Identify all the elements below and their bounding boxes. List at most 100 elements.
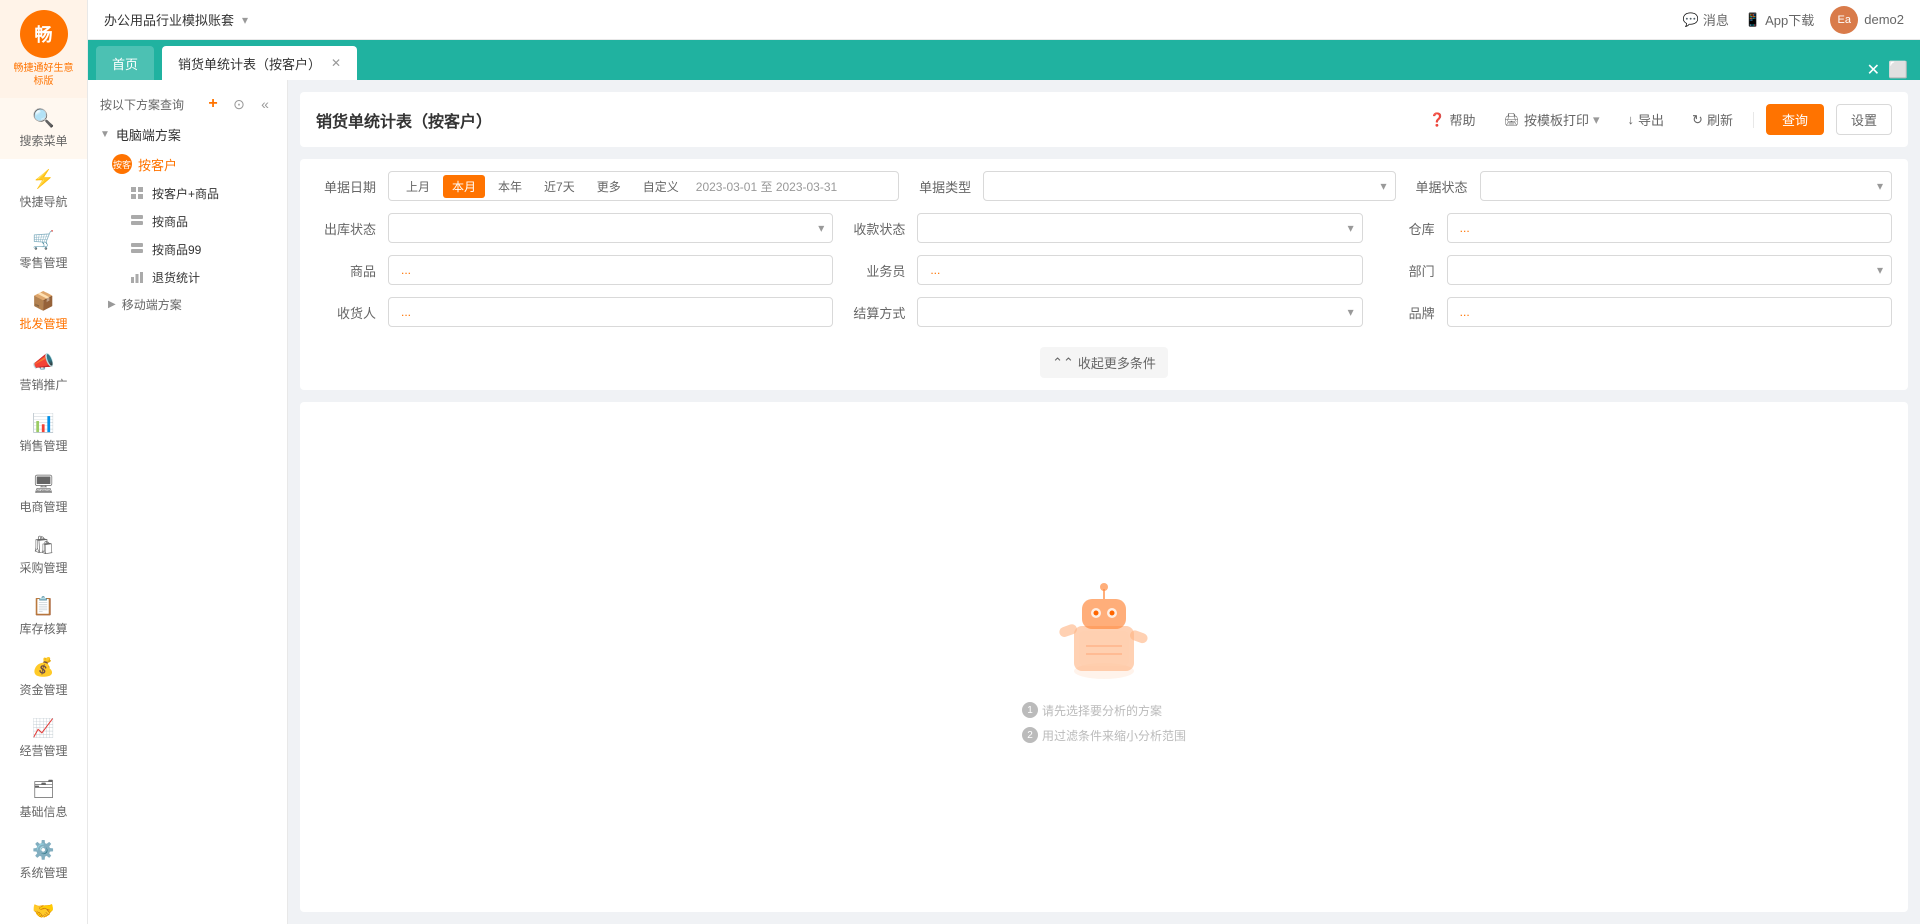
customer-icon: 按客 [112, 154, 132, 174]
app-download-btn[interactable]: 📱 App下载 [1745, 10, 1814, 29]
sidebar-item-corp[interactable]: 🤝 企业协同 [0, 891, 87, 924]
print-btn[interactable]: 🖨 按模板打印 ▾ [1495, 106, 1607, 133]
sidebar-item-purchase[interactable]: 🛍 采购管理 [0, 525, 87, 586]
tree-item-by-customer[interactable]: 按客 按客户 [88, 149, 287, 179]
type-filter[interactable]: ▾ [983, 171, 1395, 201]
brand-more[interactable]: ... [1456, 305, 1474, 319]
out-label: 出库状态 [316, 219, 376, 238]
message-icon: 💬 [1683, 12, 1699, 28]
help-btn[interactable]: ❓ 帮助 [1421, 106, 1483, 133]
payment-dropdown-icon: ▾ [1348, 305, 1354, 319]
right-panel: 销货单统计表（按客户） ❓ 帮助 🖨 按模板打印 ▾ ↓ 导出 [288, 80, 1920, 924]
date-label: 单据日期 [316, 177, 376, 196]
warehouse-filter[interactable]: ... [1447, 213, 1892, 243]
date-btn-more[interactable]: 更多 [588, 175, 630, 198]
collapse-row: ⌃⌃ 收起更多条件 [316, 339, 1892, 378]
dept-filter[interactable]: ▾ [1447, 255, 1892, 285]
collapse-label: 收起更多条件 [1078, 353, 1156, 372]
add-plan-icon[interactable]: + [203, 94, 223, 114]
base-icon: 🗂 [32, 779, 55, 800]
sidebar-item-label: 系统管理 [19, 864, 67, 881]
close-tab-icon[interactable]: ✕ [331, 56, 341, 70]
collapse-panel-icon[interactable]: « [255, 94, 275, 114]
brand-filter[interactable]: ... [1447, 297, 1892, 327]
sidebar-item-retail[interactable]: 🛒 零售管理 [0, 220, 87, 281]
collapse-btn[interactable]: ⌃⌃ 收起更多条件 [1040, 347, 1168, 378]
receiver-filter[interactable]: ... [388, 297, 833, 327]
filter-row-2: 出库状态 ▾ 收款状态 ▾ 仓库 ... [316, 213, 1892, 243]
topbar-title: 办公用品行业模拟账套 [104, 10, 234, 29]
tabbar: 首页 销货单统计表（按客户） ✕ ✕ ⬜ [88, 40, 1920, 80]
panel-header-title: 按以下方案查询 [100, 96, 184, 113]
sidebar-item-ops[interactable]: 📈 经营管理 [0, 708, 87, 769]
sidebar-item-quick[interactable]: ⚡ 快捷导航 [0, 159, 87, 220]
sales-icon: 📊 [32, 413, 54, 434]
topbar-left: 办公用品行业模拟账套 ▾ [104, 10, 248, 29]
sidebar-item-wholesale[interactable]: 📦 批发管理 [0, 281, 87, 342]
filter-row-1: 单据日期 上月 本月 本年 近7天 更多 自定义 2023-03-01 至 20… [316, 171, 1892, 201]
user-menu[interactable]: Ea demo2 [1830, 6, 1904, 34]
date-btn-custom[interactable]: 自定义 [634, 175, 688, 198]
sidebar: 畅 畅捷通好生意 标版 🔍 搜索菜单 ⚡ 快捷导航 🛒 零售管理 📦 批发管理 … [0, 0, 88, 924]
date-btn-7days[interactable]: 近7天 [535, 175, 584, 198]
sidebar-item-label: 搜索菜单 [19, 132, 67, 149]
sidebar-item-sales[interactable]: 📊 销售管理 [0, 403, 87, 464]
date-filter[interactable]: 上月 本月 本年 近7天 更多 自定义 2023-03-01 至 2023-03… [388, 171, 899, 201]
section-label: 移动端方案 [122, 296, 182, 313]
out-filter[interactable]: ▾ [388, 213, 833, 243]
status-label: 单据状态 [1408, 177, 1468, 196]
date-btn-this-year[interactable]: 本年 [489, 175, 531, 198]
brand-label: 品牌 [1375, 303, 1435, 322]
settings-plan-icon[interactable]: ⊙ [229, 94, 249, 114]
payment-filter[interactable]: ▾ [917, 297, 1362, 327]
refresh-btn[interactable]: ↻ 刷新 [1684, 106, 1741, 133]
settings-btn[interactable]: 设置 [1836, 104, 1892, 135]
goods-filter[interactable]: ... [388, 255, 833, 285]
date-btn-last-month[interactable]: 上月 [397, 175, 439, 198]
export-btn[interactable]: ↓ 导出 [1620, 106, 1673, 133]
message-label: 消息 [1703, 10, 1729, 29]
tree-item-return-stats[interactable]: 退货统计 [88, 263, 287, 291]
expand-icon: ▶ [108, 299, 116, 310]
filter-row-4: 收货人 ... 结算方式 ▾ 品牌 ... [316, 297, 1892, 327]
empty-hint-1: 1 请先选择要分析的方案 [1022, 702, 1162, 719]
page-actions: ❓ 帮助 🖨 按模板打印 ▾ ↓ 导出 ↻ 刷新 [1421, 104, 1892, 135]
sidebar-item-ecom[interactable]: 🖥 电商管理 [0, 464, 87, 525]
sidebar-item-system[interactable]: ⚙️ 系统管理 [0, 830, 87, 891]
sidebar-item-stock[interactable]: 📋 库存核算 [0, 586, 87, 647]
query-btn[interactable]: 查询 [1766, 104, 1824, 135]
tree-section-mobile[interactable]: ▶ 移动端方案 [88, 291, 287, 318]
query-label: 查询 [1782, 113, 1808, 128]
close-window-icon[interactable]: ✕ [1867, 60, 1880, 80]
warehouse-more[interactable]: ... [1456, 221, 1474, 235]
sidebar-item-finance[interactable]: 💰 资金管理 [0, 647, 87, 708]
sidebar-item-base[interactable]: 🗂 基础信息 [0, 769, 87, 830]
tree-item-by-product[interactable]: 按商品 [88, 207, 287, 235]
topbar-arrow[interactable]: ▾ [242, 13, 248, 27]
goods-more[interactable]: ... [397, 263, 415, 277]
tree-section-pc[interactable]: ▼ 电脑端方案 [88, 120, 287, 149]
item-label: 按客户+商品 [152, 185, 219, 202]
help-label: 帮助 [1449, 110, 1475, 129]
quick-icon: ⚡ [32, 169, 54, 190]
receiver-more[interactable]: ... [397, 305, 415, 319]
tree-item-by-product99[interactable]: 按商品99 [88, 235, 287, 263]
item-label: 按商品99 [152, 241, 201, 258]
staff-filter[interactable]: ... [917, 255, 1362, 285]
tab-sales-stats[interactable]: 销货单统计表（按客户） ✕ [162, 46, 357, 80]
maximize-icon[interactable]: ⬜ [1888, 60, 1908, 80]
marketing-icon: 📣 [32, 352, 54, 373]
tree-item-customer-product[interactable]: 按客户+商品 [88, 179, 287, 207]
message-btn[interactable]: 💬 消息 [1683, 10, 1729, 29]
tab-home[interactable]: 首页 [96, 46, 154, 80]
receive-label: 收款状态 [845, 219, 905, 238]
sidebar-item-search[interactable]: 🔍 搜索菜单 [0, 98, 87, 159]
out-dropdown-icon: ▾ [818, 221, 824, 235]
receive-filter[interactable]: ▾ [917, 213, 1362, 243]
staff-more[interactable]: ... [926, 263, 944, 277]
print-label: 按模板打印 [1524, 110, 1589, 129]
date-btn-this-month[interactable]: 本月 [443, 175, 485, 198]
status-filter[interactable]: ▾ [1480, 171, 1892, 201]
sidebar-item-marketing[interactable]: 📣 营销推广 [0, 342, 87, 403]
collapse-up-icon: ⌃⌃ [1052, 355, 1074, 371]
